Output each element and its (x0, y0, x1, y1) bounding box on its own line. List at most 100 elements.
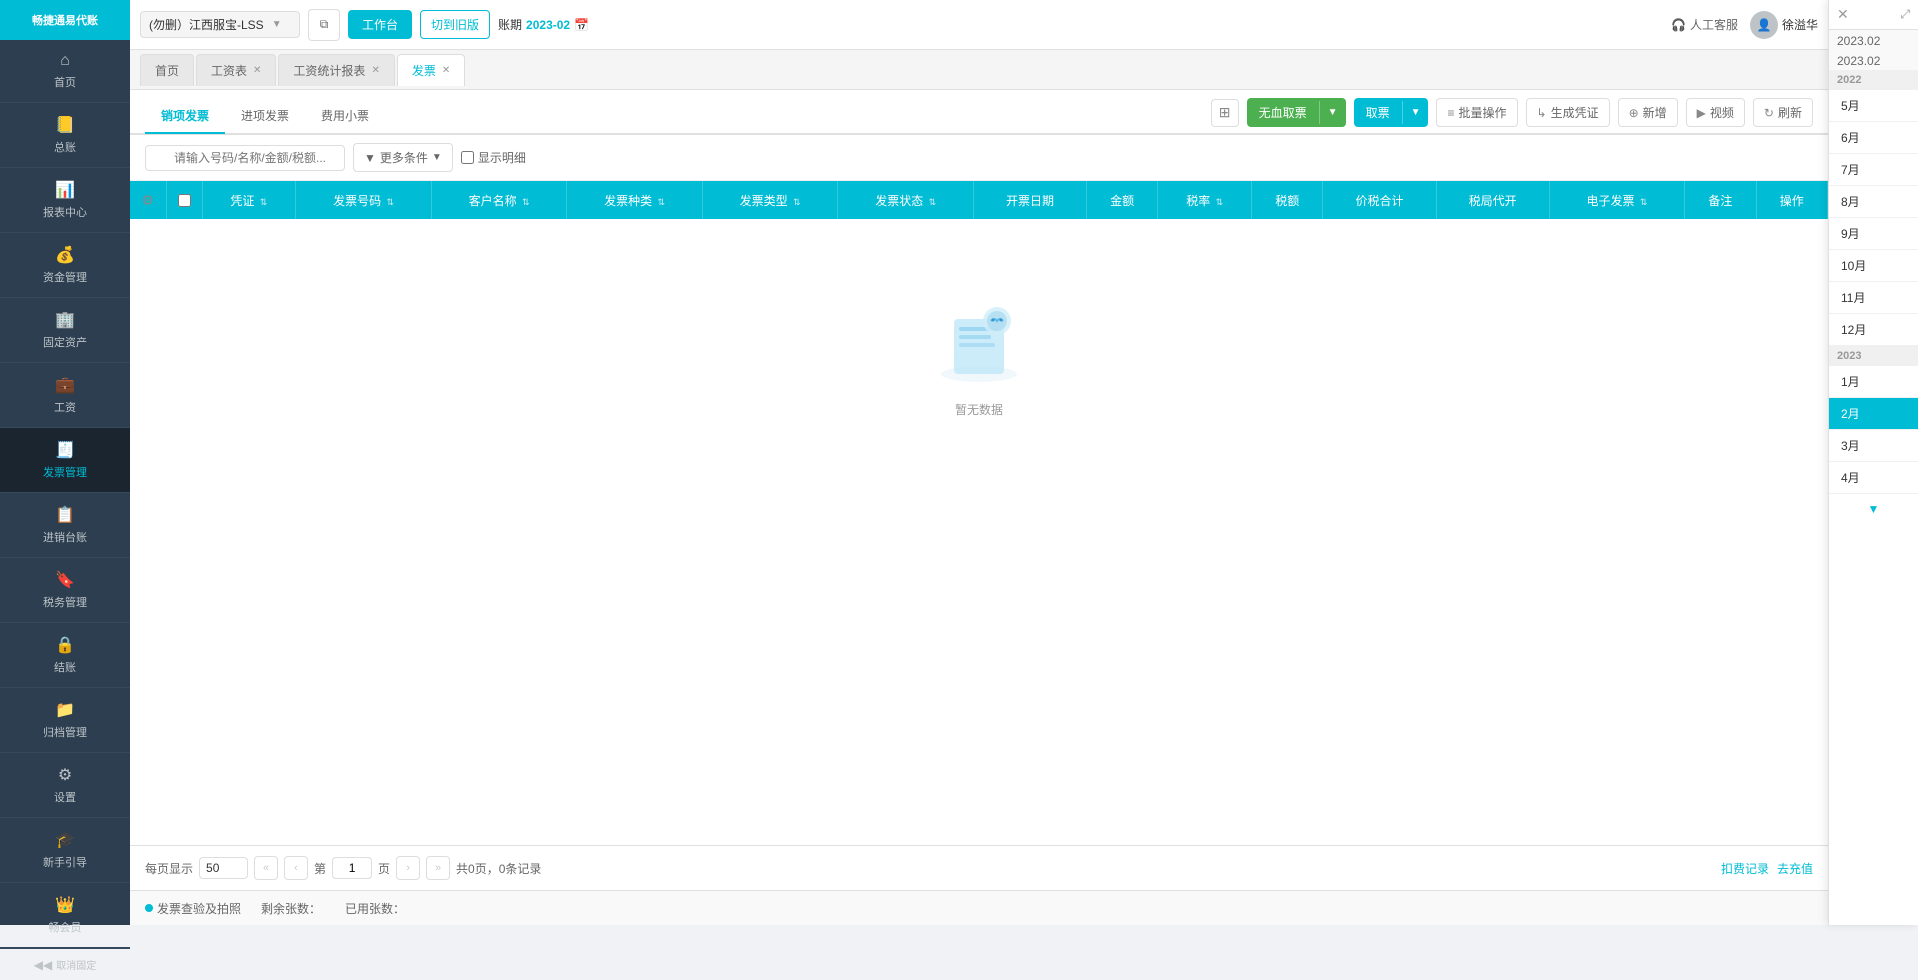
used-item: 已用张数： (345, 900, 409, 917)
sidebar-item-invoice[interactable]: 🧾 发票管理 (0, 428, 130, 493)
app-logo[interactable]: 畅捷通易代账 (0, 0, 130, 40)
th-checkbox[interactable] (166, 181, 202, 219)
sub-tab-expense[interactable]: 费用小票 (305, 99, 385, 134)
sidebar-item-guide[interactable]: 🎓 新手引导 (0, 818, 130, 883)
select-all-checkbox[interactable] (178, 194, 191, 207)
period-month-6[interactable]: 6月 (1829, 122, 1918, 154)
billing-record-link[interactable]: 扣费记录 (1721, 860, 1769, 877)
table-container: ⚙ 凭证 ⇅ 发票号码 ⇅ (130, 181, 1828, 845)
th-tax-rate[interactable]: 税率 ⇅ (1158, 181, 1252, 219)
funds-icon: 💰 (55, 245, 75, 265)
sidebar-item-settings[interactable]: ⚙ 设置 (0, 753, 130, 818)
period-month-10[interactable]: 10月 (1829, 250, 1918, 282)
period-month-8[interactable]: 8月 (1829, 186, 1918, 218)
period-month-2023-4[interactable]: 4月 (1829, 462, 1918, 494)
filter-button[interactable]: ▼ 更多条件 ▼ (353, 143, 453, 172)
tab-payroll-stats[interactable]: 工资统计报表 ✕ (278, 54, 394, 86)
refresh-button[interactable]: ↻ 刷新 (1753, 98, 1813, 127)
period-panel-close[interactable]: ✕ (1837, 6, 1849, 23)
video-label: 视频 (1710, 104, 1734, 121)
gen-voucher-button[interactable]: ↳ 生成凭证 (1526, 98, 1610, 127)
no-cancel-ticket-button[interactable]: 无血取票 ▼ (1247, 98, 1346, 127)
period-month-9[interactable]: 9月 (1829, 218, 1918, 250)
period-month-2023-2[interactable]: 2月 (1829, 398, 1918, 430)
th-invoice-type[interactable]: 发票种类 ⇅ (567, 181, 703, 219)
tab-payroll-stats-close[interactable]: ✕ (371, 65, 379, 76)
batch-ops-button[interactable]: ≡ 批量操作 (1436, 98, 1517, 127)
sub-tab-purchase[interactable]: 进项发票 (225, 99, 305, 134)
th-open-date[interactable]: 开票日期 (973, 181, 1086, 219)
user-menu[interactable]: 👤 徐溢华 (1750, 11, 1818, 39)
company-selector[interactable]: (勿删）江西服宝-LSS ▼ (140, 11, 300, 38)
th-gear[interactable]: ⚙ (130, 181, 166, 219)
sidebar-item-member[interactable]: 👑 畅会员 (0, 883, 130, 948)
period-panel-expand[interactable]: ⤢ (1900, 7, 1910, 22)
sidebar-item-sales-ledger[interactable]: 📋 进销台账 (0, 493, 130, 558)
workbench-button[interactable]: 工作台 (348, 10, 412, 39)
sidebar-item-archive[interactable]: 📁 归档管理 (0, 688, 130, 753)
show-detail-checkbox[interactable]: 显示明细 (461, 149, 526, 166)
take-ticket-button[interactable]: 取票 ▼ (1354, 98, 1429, 127)
show-detail-check-input[interactable] (461, 151, 474, 164)
tab-home[interactable]: 首页 (140, 54, 194, 86)
customer-service-button[interactable]: 🎧 人工客服 (1671, 16, 1738, 33)
th-invoice-no[interactable]: 发票号码 ⇅ (296, 181, 432, 219)
copy-button[interactable]: ⧉ (308, 9, 340, 41)
add-button[interactable]: ⊕ 新增 (1618, 98, 1678, 127)
sub-tab-purchase-label: 进项发票 (241, 109, 289, 123)
period-month-12[interactable]: 12月 (1829, 314, 1918, 346)
nav-prev[interactable]: ‹ (284, 856, 308, 880)
sub-tab-expense-label: 费用小票 (321, 109, 369, 123)
sub-tab-sales[interactable]: 销项发票 (145, 99, 225, 134)
sidebar-item-funds[interactable]: 💰 资金管理 (0, 233, 130, 298)
recharge-link[interactable]: 去充值 (1777, 860, 1813, 877)
tab-invoice-close[interactable]: ✕ (442, 65, 450, 76)
sidebar-item-closing[interactable]: 🔒 结账 (0, 623, 130, 688)
take-ticket-chevron[interactable]: ▼ (1402, 101, 1429, 124)
period-month-2023-1[interactable]: 1月 (1829, 366, 1918, 398)
refresh-label: 刷新 (1778, 104, 1802, 121)
nav-last[interactable]: » (426, 856, 450, 880)
sidebar-item-ledger[interactable]: 📒 总账 (0, 103, 130, 168)
tab-invoice[interactable]: 发票 ✕ (397, 54, 465, 86)
th-remark[interactable]: 备注 (1685, 181, 1756, 219)
nav-first[interactable]: « (254, 856, 278, 880)
sidebar-item-reports[interactable]: 📊 报表中心 (0, 168, 130, 233)
no-cancel-ticket-label: 无血取票 (1247, 98, 1319, 127)
chevron-down-icon: ▼ (272, 19, 282, 30)
sidebar-collapse[interactable]: ◀◀ 取消固定 (0, 948, 130, 980)
used-label: 已用张数： (345, 900, 405, 917)
gear-icon: ⚙ (141, 192, 154, 208)
no-cancel-ticket-chevron[interactable]: ▼ (1319, 101, 1346, 124)
gen-voucher-label: 生成凭证 (1551, 104, 1599, 121)
th-customer[interactable]: 客户名称 ⇅ (431, 181, 567, 219)
nav-next[interactable]: › (396, 856, 420, 880)
sidebar-item-fixed-assets[interactable]: 🏢 固定资产 (0, 298, 130, 363)
page-input[interactable] (332, 857, 372, 879)
period-month-11[interactable]: 11月 (1829, 282, 1918, 314)
search-input[interactable] (145, 145, 345, 171)
layout-icon-button[interactable]: ⊞ (1211, 99, 1239, 127)
empty-state: 暂无数据 (130, 219, 1828, 498)
th-e-invoice[interactable]: 电子发票 ⇅ (1549, 181, 1685, 219)
th-tax-code[interactable]: 税局代开 (1436, 181, 1549, 219)
switch-version-button[interactable]: 切到旧版 (420, 10, 490, 39)
sidebar-item-tax[interactable]: 🔖 税务管理 (0, 558, 130, 623)
th-amount-tax[interactable]: 价税合计 (1323, 181, 1436, 219)
tab-payroll[interactable]: 工资表 ✕ (196, 54, 276, 86)
period-month-7[interactable]: 7月 (1829, 154, 1918, 186)
th-voucher[interactable]: 凭证 ⇅ (202, 181, 296, 219)
refresh-icon: ↻ (1764, 106, 1774, 120)
period-panel-nav-down[interactable]: ▼ (1829, 494, 1918, 524)
per-page-select[interactable]: 10 20 50 100 (199, 857, 248, 879)
video-button[interactable]: ▶ 视频 (1686, 98, 1745, 127)
sidebar-item-payroll[interactable]: 💼 工资 (0, 363, 130, 428)
th-amount[interactable]: 金额 (1087, 181, 1158, 219)
tab-payroll-close[interactable]: ✕ (253, 65, 261, 76)
th-invoice-category[interactable]: 发票类型 ⇅ (702, 181, 838, 219)
sidebar-item-home[interactable]: ⌂ 首页 (0, 40, 130, 103)
period-month-5[interactable]: 5月 (1829, 90, 1918, 122)
period-month-2023-3[interactable]: 3月 (1829, 430, 1918, 462)
th-invoice-status[interactable]: 发票状态 ⇅ (838, 181, 974, 219)
th-tax[interactable]: 税额 (1252, 181, 1323, 219)
